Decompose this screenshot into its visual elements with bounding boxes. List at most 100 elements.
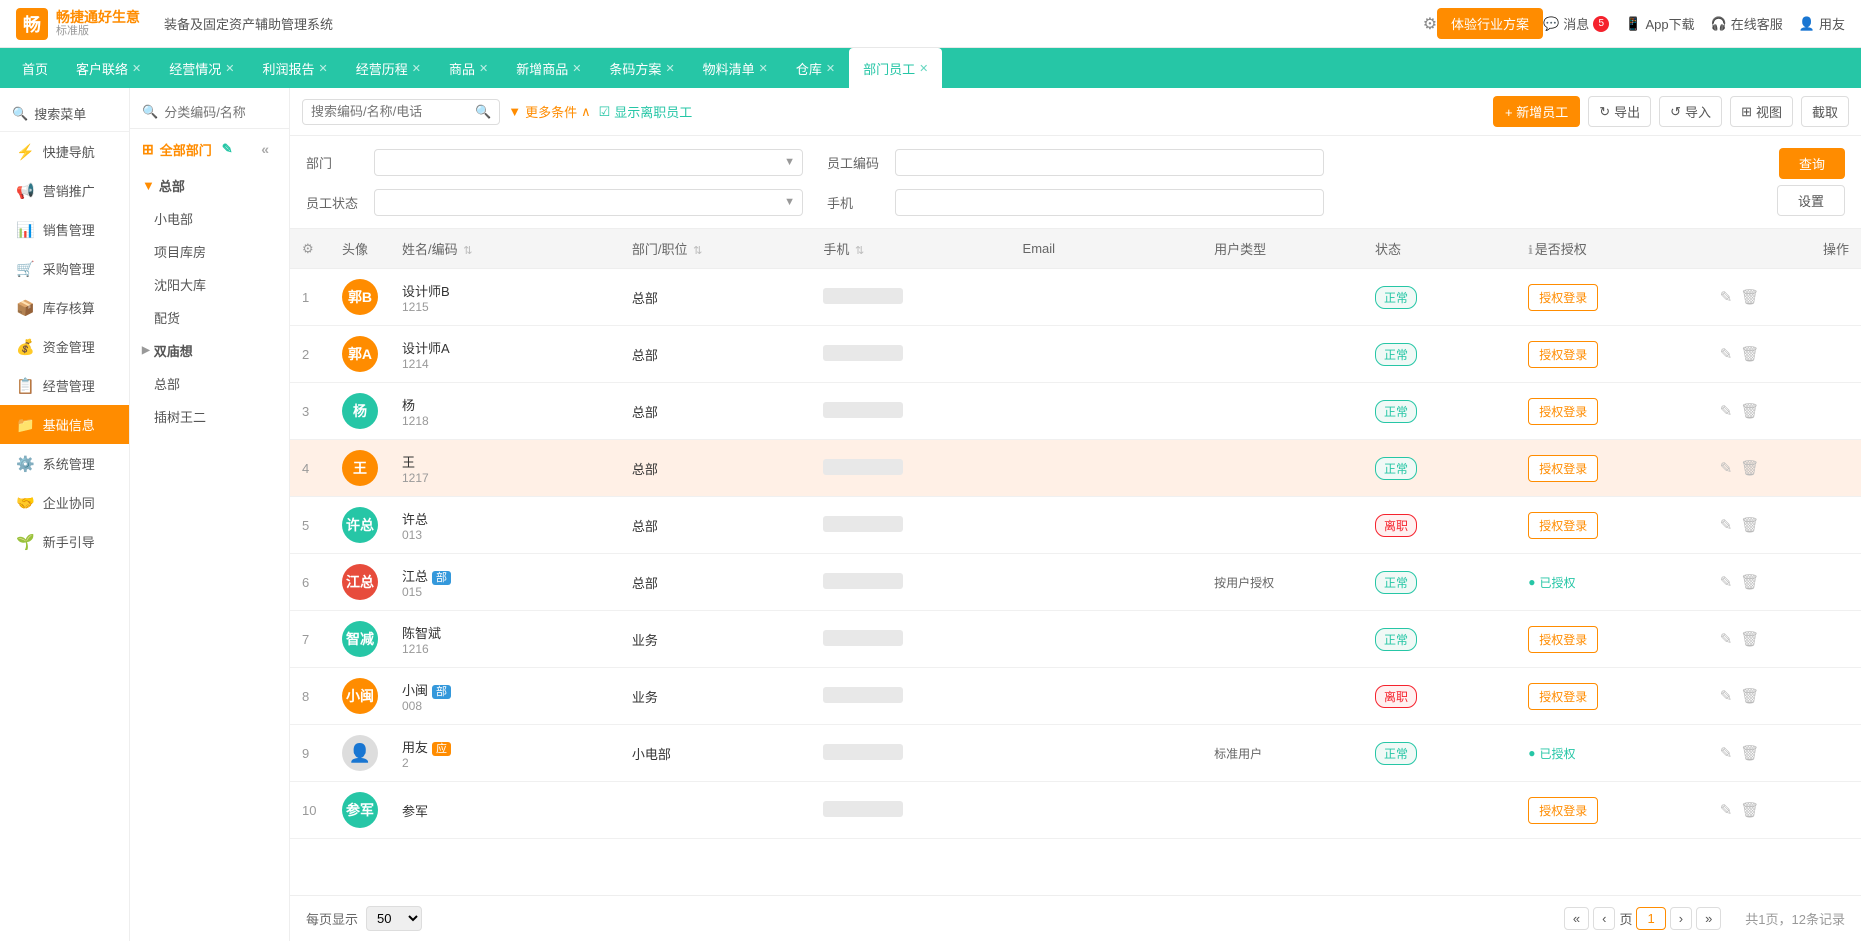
close-add-goods-icon[interactable]: ✕ (572, 62, 581, 75)
sidebar-item-marketing[interactable]: 📢 营销推广 (0, 171, 129, 210)
sidebar-item-quicknav[interactable]: ⚡ 快捷导航 (0, 132, 129, 171)
tab-barcode[interactable]: 条码方案✕ (595, 48, 688, 88)
name-sort-icon[interactable]: ⇅ (463, 245, 472, 257)
tab-employees[interactable]: 部门员工✕ (849, 48, 942, 88)
export-button[interactable]: ↻ 导出 (1588, 96, 1651, 127)
last-page-button[interactable]: » (1696, 907, 1721, 930)
delete-icon[interactable]: 🗑 (1740, 801, 1759, 819)
edit-icon[interactable]: ✎ (1720, 402, 1733, 420)
col-phone-header[interactable]: 手机 ⇅ (811, 229, 1010, 269)
close-employees-icon[interactable]: ✕ (919, 62, 928, 75)
prev-page-button[interactable]: ‹ (1593, 907, 1615, 930)
sidebar-search[interactable]: 🔍 搜索菜单 (0, 96, 129, 132)
sidebar-item-finance[interactable]: 💰 资金管理 (0, 327, 129, 366)
category-search-input[interactable] (164, 105, 290, 120)
next-page-button[interactable]: › (1670, 907, 1692, 930)
sidebar-item-sales[interactable]: 📊 销售管理 (0, 210, 129, 249)
sidebar-item-basic[interactable]: 📁 基础信息 (0, 405, 129, 444)
delete-icon[interactable]: 🗑 (1740, 687, 1759, 705)
tab-warehouse[interactable]: 仓库✕ (782, 48, 849, 88)
auth-login-button[interactable]: 授权登录 (1528, 398, 1598, 425)
auth-login-button[interactable]: 授权登录 (1528, 512, 1598, 539)
edit-icon[interactable]: ✎ (1720, 801, 1733, 819)
import-button[interactable]: ↺ 导入 (1659, 96, 1722, 127)
message-button[interactable]: 💬 消息 5 (1543, 14, 1609, 33)
search-input[interactable] (311, 104, 471, 119)
close-profit-icon[interactable]: ✕ (319, 62, 328, 75)
sidebar-item-system[interactable]: ⚙️ 系统管理 (0, 444, 129, 483)
close-history-icon[interactable]: ✕ (412, 62, 421, 75)
search-submit-icon[interactable]: 🔍 (475, 104, 491, 120)
delete-icon[interactable]: 🗑 (1740, 402, 1759, 420)
experience-button[interactable]: 体验行业方案 (1437, 8, 1543, 39)
phone-filter-input[interactable] (895, 189, 1324, 216)
row-auth[interactable]: 授权登录 (1516, 269, 1708, 326)
sidebar-item-collab[interactable]: 🤝 企业协同 (0, 483, 129, 522)
more-button[interactable]: 截取 (1801, 96, 1849, 127)
online-service-button[interactable]: 🎧 在线客服 (1711, 14, 1783, 33)
per-page-select[interactable]: 50 100 200 (366, 906, 422, 931)
delete-icon[interactable]: 🗑 (1740, 573, 1759, 591)
row-auth[interactable]: 授权登录 (1516, 782, 1708, 839)
edit-icon[interactable]: ✎ (1720, 516, 1733, 534)
close-warehouse-icon[interactable]: ✕ (826, 62, 835, 75)
close-customer-icon[interactable]: ✕ (132, 62, 141, 75)
dept-item-zongbu2[interactable]: 总部 (130, 367, 289, 400)
app-download-button[interactable]: 📱 App下载 (1625, 14, 1694, 33)
tab-add-goods[interactable]: 新增商品✕ (502, 48, 595, 88)
delete-icon[interactable]: 🗑 (1740, 516, 1759, 534)
dept-group-zongbu[interactable]: ▼ 总部 (130, 169, 289, 202)
dept-item-projectroom[interactable]: 项目库房 (130, 235, 289, 268)
search-box[interactable]: 🔍 (302, 99, 500, 125)
row-auth[interactable]: 授权登录 (1516, 326, 1708, 383)
tab-goods[interactable]: 商品✕ (435, 48, 502, 88)
set-button[interactable]: 设置 (1777, 185, 1845, 216)
row-auth[interactable]: 授权登录 (1516, 383, 1708, 440)
auth-login-button[interactable]: 授权登录 (1528, 341, 1598, 368)
tab-home[interactable]: 首页 (8, 48, 62, 88)
query-button[interactable]: 查询 (1779, 148, 1845, 179)
edit-icon[interactable]: ✎ (1720, 459, 1733, 477)
dept-select[interactable] (374, 149, 803, 176)
row-auth[interactable]: 授权登录 (1516, 668, 1708, 725)
tab-bom[interactable]: 物料清单✕ (689, 48, 782, 88)
dept-item-xiaodiandept[interactable]: 小电部 (130, 202, 289, 235)
sidebar-item-purchase[interactable]: 🛒 采购管理 (0, 249, 129, 288)
sidebar-item-guide[interactable]: 🌱 新手引导 (0, 522, 129, 561)
dept-group-shuangmiao[interactable]: ▶ 双庙想 (130, 334, 289, 367)
col-dept-header[interactable]: 部门/职位 ⇅ (620, 229, 812, 269)
empcode-filter-input[interactable] (895, 149, 1324, 176)
tab-profit[interactable]: 利润报告✕ (248, 48, 341, 88)
tab-operation[interactable]: 经营情况✕ (155, 48, 248, 88)
edit-icon[interactable]: ✎ (1720, 288, 1733, 306)
delete-icon[interactable]: 🗑 (1740, 345, 1759, 363)
gear-icon[interactable]: ⚙ (1423, 14, 1437, 34)
delete-icon[interactable]: 🗑 (1740, 459, 1759, 477)
phone-sort-icon[interactable]: ⇅ (855, 245, 864, 257)
dept-sort-icon[interactable]: ⇅ (693, 245, 702, 257)
dept-item-peihuo[interactable]: 配货 (130, 301, 289, 334)
auth-login-button[interactable]: 授权登录 (1528, 626, 1598, 653)
empstatus-select[interactable] (374, 189, 803, 216)
first-page-button[interactable]: « (1564, 907, 1589, 930)
dept-item-shenyang[interactable]: 沈阳大库 (130, 268, 289, 301)
more-filter-button[interactable]: ▼ 更多条件 ∧ (508, 102, 590, 121)
user-menu[interactable]: 👤 用友 (1799, 14, 1845, 33)
close-barcode-icon[interactable]: ✕ (665, 62, 674, 75)
collapse-tree-button[interactable]: « (253, 137, 277, 161)
sidebar-item-manage[interactable]: 📋 经营管理 (0, 366, 129, 405)
add-employee-button[interactable]: + 新增员工 (1493, 96, 1580, 127)
row-auth[interactable]: 授权登录 (1516, 440, 1708, 497)
dept-tree-header[interactable]: ⊞ 全部部门 ✎ « (130, 129, 289, 169)
show-resigned-toggle[interactable]: ☑ 显示离职员工 (599, 102, 693, 121)
view-button[interactable]: ⊞ 视图 (1730, 96, 1793, 127)
edit-icon[interactable]: ✎ (1720, 744, 1733, 762)
edit-icon[interactable]: ✎ (1720, 345, 1733, 363)
delete-icon[interactable]: 🗑 (1740, 630, 1759, 648)
dept-edit-icon[interactable]: ✎ (222, 141, 233, 157)
col-settings[interactable]: ⚙ (290, 229, 330, 269)
auth-login-button[interactable]: 授权登录 (1528, 455, 1598, 482)
col-name-header[interactable]: 姓名/编码 ⇅ (390, 229, 620, 269)
delete-icon[interactable]: 🗑 (1740, 744, 1759, 762)
row-auth[interactable]: 授权登录 (1516, 497, 1708, 554)
